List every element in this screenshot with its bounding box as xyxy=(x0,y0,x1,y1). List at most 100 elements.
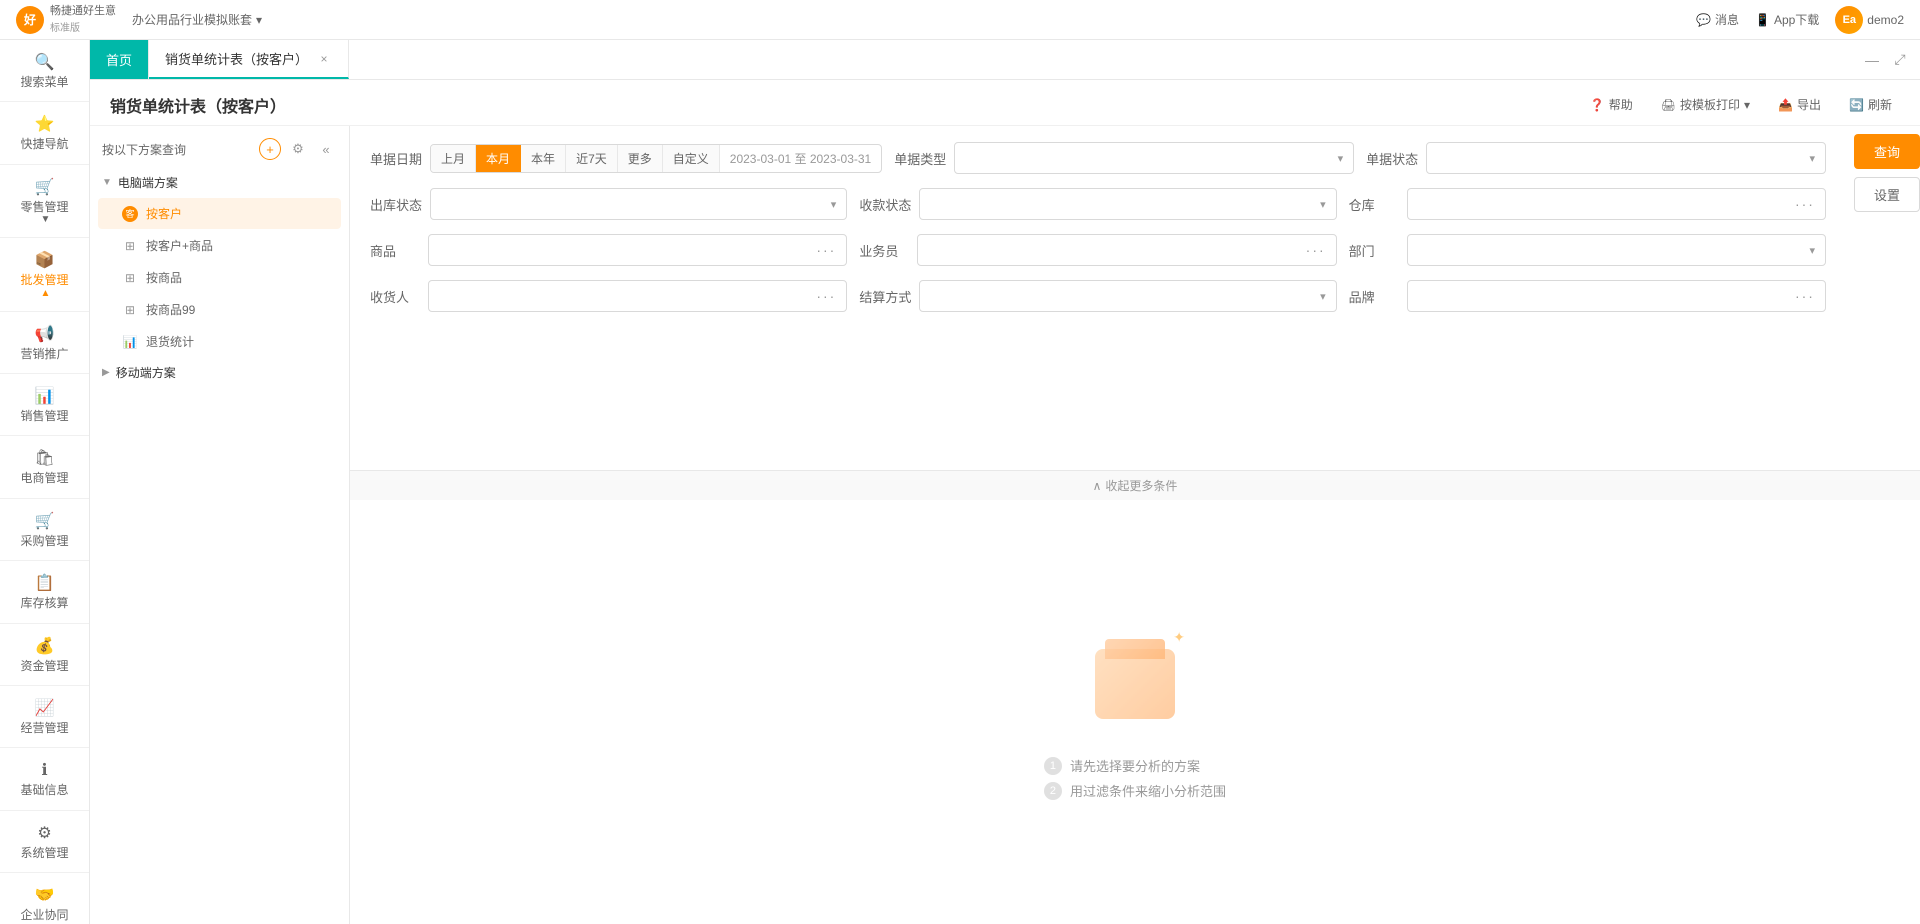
scheme-settings-btn[interactable]: ⚙ xyxy=(287,138,309,160)
scheme-category-mobile: ▶ 移动端方案 xyxy=(90,358,349,387)
tab-home[interactable]: 首页 xyxy=(90,40,149,79)
date-btn-last-month[interactable]: 上月 xyxy=(431,145,476,172)
sidebar-item-ecommerce[interactable]: 🛍 电商管理 xyxy=(0,436,89,498)
payment-status-label: 收款状态 xyxy=(859,195,911,214)
ship-status-select[interactable]: ▾ xyxy=(430,188,847,220)
sidebar-item-inventory[interactable]: 📋 库存核算 xyxy=(0,561,89,623)
export-btn[interactable]: 📤 导出 xyxy=(1770,92,1829,117)
sidebar-item-finance[interactable]: 💰 资金管理 xyxy=(0,624,89,686)
sidebar-item-system[interactable]: ⚙ 系统管理 xyxy=(0,811,89,873)
sidebar-inventory-label: 库存核算 xyxy=(20,596,68,610)
empty-state: ✦ 1 请先选择要分析的方案 2 用过滤条件来缩小分析范围 xyxy=(350,500,1920,924)
scheme-category-mobile-header[interactable]: ▶ 移动端方案 xyxy=(98,358,341,387)
sidebar-item-retail[interactable]: 🛒 零售管理 ▼ xyxy=(0,165,89,238)
by-goods-icon: ⊞ xyxy=(122,270,138,286)
goods-ellipsis: ··· xyxy=(816,242,836,258)
sidebar-item-operations[interactable]: 📈 经营管理 xyxy=(0,686,89,748)
logo-sub: 标准版 xyxy=(50,19,116,34)
sidebar-item-purchase[interactable]: 🛒 采购管理 xyxy=(0,499,89,561)
message-action[interactable]: 💬 消息 xyxy=(1696,11,1739,28)
refresh-btn[interactable]: 🔄 刷新 xyxy=(1841,92,1900,117)
tab-bar: 首页 销货单统计表（按客户） × — ⤢ xyxy=(90,40,1920,80)
sidebar-item-marketing[interactable]: 📢 营销推广 xyxy=(0,312,89,374)
date-btn-more[interactable]: 更多 xyxy=(618,145,663,172)
sidebar-item-sales[interactable]: 📊 销售管理 xyxy=(0,374,89,436)
returns-icon: 📊 xyxy=(122,334,138,350)
customer-goods-label: 按客户+商品 xyxy=(146,237,213,254)
print-label: 按模板打印 xyxy=(1680,96,1740,113)
consignee-select[interactable]: ··· xyxy=(428,280,847,312)
scheme-item-by-goods[interactable]: ⊞ 按商品 xyxy=(98,262,341,293)
username: demo2 xyxy=(1867,13,1904,27)
doc-status-label: 单据状态 xyxy=(1366,149,1418,168)
ecommerce-icon: 🛍 xyxy=(34,448,54,468)
settings-btn[interactable]: 设置 xyxy=(1854,177,1920,212)
desktop-category-icon: ▼ xyxy=(102,177,112,188)
scheme-category-desktop-header[interactable]: ▼ 电脑端方案 xyxy=(98,168,341,197)
hint-text-2: 用过滤条件来缩小分析范围 xyxy=(1070,781,1226,800)
goods-select[interactable]: ··· xyxy=(428,234,847,266)
brand-select[interactable]: ··· xyxy=(1407,280,1826,312)
sidebar-item-wholesale[interactable]: 📦 批发管理 ▲ xyxy=(0,238,89,311)
user-area[interactable]: Ea demo2 xyxy=(1835,6,1904,34)
date-range-display: 2023-03-01 至 2023-03-31 xyxy=(720,145,881,172)
scheme-item-by-customer[interactable]: 客 按客户 xyxy=(98,198,341,229)
date-btn-7days[interactable]: 近7天 xyxy=(566,145,618,172)
message-icon: 💬 xyxy=(1696,13,1711,27)
doc-status-select[interactable]: ▾ xyxy=(1426,142,1826,174)
query-btn[interactable]: 查询 xyxy=(1854,134,1920,169)
sidebar-wholesale-label: 批发管理 xyxy=(20,273,68,287)
tab-close-btn[interactable]: × xyxy=(316,51,332,67)
filter-doc-status: 单据状态 ▾ xyxy=(1366,142,1826,174)
tab-sales-report[interactable]: 销货单统计表（按客户） × xyxy=(149,40,349,79)
filter-doc-type: 单据类型 ▾ xyxy=(894,142,1354,174)
scheme-item-returns[interactable]: 📊 退货统计 xyxy=(98,326,341,357)
sidebar-item-collab[interactable]: 🤝 企业协同 xyxy=(0,873,89,924)
filter-row-1: 单据日期 上月 本月 本年 近7天 更多 自定义 xyxy=(370,142,1826,174)
filter-department: 部门 ▾ xyxy=(1349,234,1826,266)
basic-icon: ℹ xyxy=(41,760,47,780)
tab-maximize-btn[interactable]: ⤢ xyxy=(1888,48,1912,72)
scheme-item-customer-goods[interactable]: ⊞ 按客户+商品 xyxy=(98,230,341,261)
app-download-action[interactable]: 📱 App下载 xyxy=(1755,11,1819,28)
tab-minimize-btn[interactable]: — xyxy=(1860,48,1884,72)
by-goods99-icon: ⊞ xyxy=(122,302,138,318)
date-btn-this-month[interactable]: 本月 xyxy=(476,145,521,172)
industry-label: 办公用品行业模拟账套 xyxy=(132,11,252,28)
filter-date: 单据日期 上月 本月 本年 近7天 更多 自定义 xyxy=(370,144,882,173)
scheme-item-by-goods99[interactable]: ⊞ 按商品99 xyxy=(98,294,341,325)
settlement-select[interactable]: ▾ xyxy=(919,280,1336,312)
warehouse-select[interactable]: ··· xyxy=(1407,188,1826,220)
filters-and-actions: 单据日期 上月 本月 本年 近7天 更多 自定义 xyxy=(350,126,1920,470)
date-btn-custom[interactable]: 自定义 xyxy=(663,145,720,172)
filter-row-3: 商品 ··· 业务员 ··· xyxy=(370,234,1826,266)
empty-star-icon: ✦ xyxy=(1173,629,1185,646)
scheme-add-btn[interactable]: + xyxy=(259,138,281,160)
wholesale-expand-icon: ▲ xyxy=(41,288,51,299)
warehouse-ellipsis: ··· xyxy=(1795,196,1815,212)
salesperson-select[interactable]: ··· xyxy=(917,234,1336,266)
app-icon: 📱 xyxy=(1755,13,1770,27)
main-layout: 🔍 搜索菜单 ⭐ 快捷导航 🛒 零售管理 ▼ 📦 批发管理 ▲ 📢 营销推广 📊… xyxy=(0,40,1920,924)
ship-status-chevron-icon: ▾ xyxy=(831,198,837,211)
tab-sales-report-label: 销货单统计表（按客户） xyxy=(165,49,308,68)
refresh-label: 刷新 xyxy=(1868,96,1892,113)
payment-status-select[interactable]: ▾ xyxy=(919,188,1336,220)
department-select[interactable]: ▾ xyxy=(1407,234,1826,266)
empty-hint-1: 1 请先选择要分析的方案 xyxy=(1044,756,1226,775)
industry-selector[interactable]: 办公用品行业模拟账套 ▾ xyxy=(124,7,270,32)
doc-type-select[interactable]: ▾ xyxy=(954,142,1354,174)
salesperson-ellipsis: ··· xyxy=(1306,242,1326,258)
collapse-bar[interactable]: ∧ 收起更多条件 xyxy=(350,470,1920,500)
logo-icon: 好 xyxy=(16,6,44,34)
refresh-icon: 🔄 xyxy=(1849,98,1864,112)
filter-row-2: 出库状态 ▾ 收款状态 xyxy=(370,188,1826,220)
help-btn[interactable]: ❓ 帮助 xyxy=(1582,92,1641,117)
sidebar-item-quicknav[interactable]: ⭐ 快捷导航 xyxy=(0,102,89,164)
scheme-collapse-btn[interactable]: « xyxy=(315,138,337,160)
sidebar-item-search[interactable]: 🔍 搜索菜单 xyxy=(0,40,89,102)
date-btn-this-year[interactable]: 本年 xyxy=(521,145,566,172)
filter-payment-status: 收款状态 ▾ xyxy=(859,188,1336,220)
sidebar-item-basic[interactable]: ℹ 基础信息 xyxy=(0,748,89,810)
print-btn[interactable]: 🖨 按模板打印 ▾ xyxy=(1653,92,1758,117)
